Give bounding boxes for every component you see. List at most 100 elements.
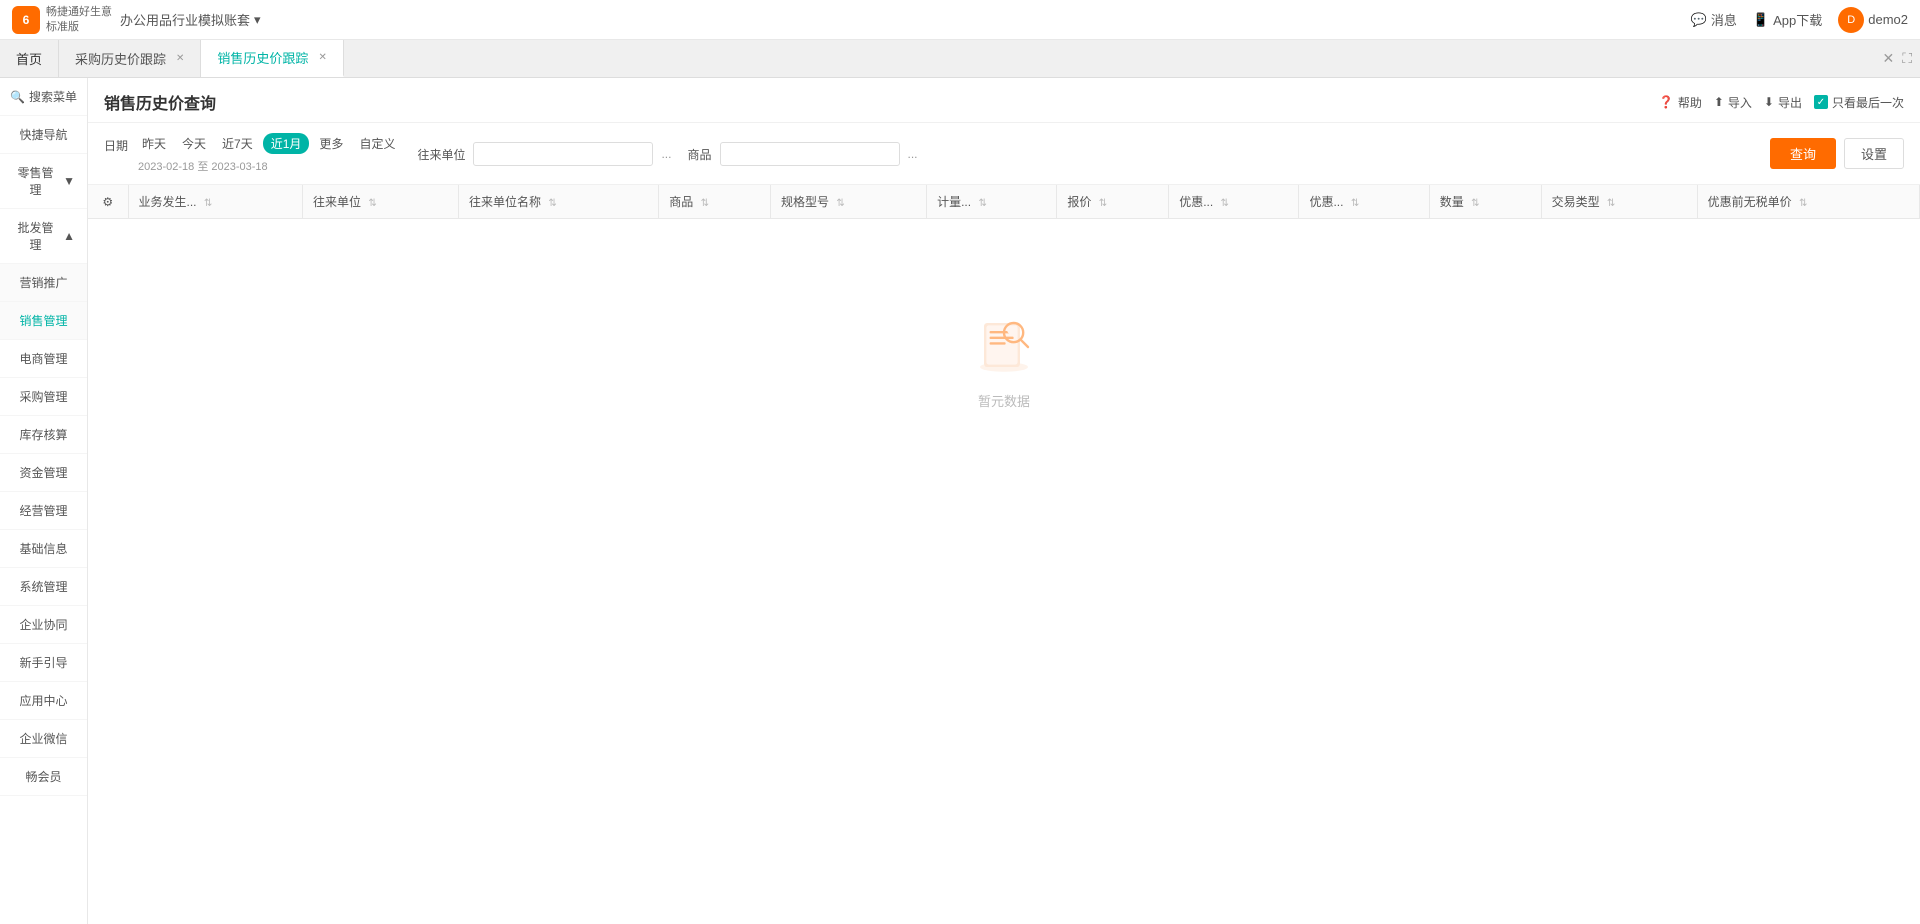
- from-unit-input-group: ...: [473, 142, 671, 166]
- from-unit-filter-group: 往来单位 ...: [417, 142, 671, 166]
- header-left: 6 畅捷通好生意 标准版 办公用品行业模拟账套 ▾: [12, 5, 261, 34]
- sidebar-sub-item-marketing[interactable]: 营销推广: [0, 264, 87, 302]
- import-icon: ⬆: [1714, 95, 1724, 109]
- empty-state: 暂元数据: [88, 219, 1920, 490]
- th-biz-date[interactable]: 业务发生... ⇅: [128, 185, 302, 219]
- th-discount1[interactable]: 优惠... ⇅: [1169, 185, 1299, 219]
- th-settings[interactable]: ⚙: [88, 185, 128, 219]
- tab-bar: 首页 采购历史价跟踪 ✕ 销售历史价跟踪 ✕ ✕ ⛶: [0, 40, 1920, 78]
- date-btn-7days[interactable]: 近7天: [216, 133, 259, 154]
- chevron-down-icon: ▼: [63, 174, 75, 188]
- page-header: 销售历史价查询 ❓ 帮助 ⬆ 导入 ⬇ 导出 ✓ 只看最后一次: [88, 78, 1920, 123]
- dropdown-icon: ▾: [254, 12, 261, 28]
- export-icon: ⬇: [1764, 95, 1774, 109]
- sidebar-item-wholesale[interactable]: 批发管理 ▲: [0, 209, 87, 264]
- sidebar-item-operations[interactable]: 经营管理: [0, 492, 87, 530]
- fullscreen-btn[interactable]: ⛶: [1902, 50, 1912, 67]
- sidebar-item-member[interactable]: 畅会员: [0, 758, 87, 796]
- sidebar-item-finance[interactable]: 资金管理: [0, 454, 87, 492]
- sidebar-sub-item-sales[interactable]: 销售管理: [0, 302, 87, 340]
- message-icon: 💬: [1691, 12, 1707, 28]
- th-discount2[interactable]: 优惠... ⇅: [1299, 185, 1429, 219]
- sidebar-item-wechat[interactable]: 企业微信: [0, 720, 87, 758]
- help-icon: ❓: [1659, 95, 1674, 109]
- goods-input[interactable]: [720, 142, 900, 166]
- data-table: ⚙ 业务发生... ⇅ 往来单位 ⇅ 往来单位名称 ⇅: [88, 185, 1920, 219]
- sort-icon-goods: ⇅: [701, 198, 709, 209]
- help-btn[interactable]: ❓ 帮助: [1659, 94, 1702, 111]
- tab-purchase-history[interactable]: 采购历史价跟踪 ✕: [59, 40, 201, 77]
- sidebar-item-base-info[interactable]: 基础信息: [0, 530, 87, 568]
- table-header-row: ⚙ 业务发生... ⇅ 往来单位 ⇅ 往来单位名称 ⇅: [88, 185, 1920, 219]
- logo-text: 畅捷通好生意 标准版: [46, 5, 112, 34]
- sidebar-item-purchase[interactable]: 采购管理: [0, 378, 87, 416]
- logo-area: 6 畅捷通好生意 标准版: [12, 5, 112, 34]
- only-last-checkbox[interactable]: ✓ 只看最后一次: [1814, 94, 1904, 111]
- sort-icon-unit: ⇅: [978, 198, 986, 209]
- th-qty[interactable]: 数量 ⇅: [1429, 185, 1541, 219]
- sort-icon-pre-tax: ⇅: [1799, 198, 1807, 209]
- from-unit-input[interactable]: [473, 142, 653, 166]
- sidebar-item-app-center[interactable]: 应用中心: [0, 682, 87, 720]
- message-action[interactable]: 💬 消息: [1691, 10, 1737, 29]
- sidebar-item-ecommerce[interactable]: 电商管理: [0, 340, 87, 378]
- th-from-unit[interactable]: 往来单位 ⇅: [302, 185, 458, 219]
- gear-icon: ⚙: [102, 195, 113, 209]
- sidebar-item-search[interactable]: 🔍 搜索菜单: [0, 78, 87, 116]
- th-unit[interactable]: 计量... ⇅: [927, 185, 1057, 219]
- sort-icon-from-unit-name: ⇅: [548, 198, 556, 209]
- export-btn[interactable]: ⬇ 导出: [1764, 94, 1802, 111]
- tab-purchase-history-close[interactable]: ✕: [176, 53, 184, 64]
- date-btn-custom[interactable]: 自定义: [353, 133, 401, 154]
- user-action[interactable]: D demo2: [1838, 7, 1908, 33]
- empty-illustration: [964, 299, 1044, 379]
- app-download-action[interactable]: 📱 App下载: [1753, 10, 1822, 29]
- goods-filter-group: 商品 ...: [687, 142, 917, 166]
- import-btn[interactable]: ⬆ 导入: [1714, 94, 1752, 111]
- search-icon: 🔍: [10, 90, 25, 104]
- close-window-btn[interactable]: ✕: [1882, 50, 1894, 67]
- filter-bar: 日期 昨天 今天 近7天 近1月 更多 自定义 2023-02-18 至 202…: [88, 123, 1920, 185]
- date-options-group: 昨天 今天 近7天 近1月 更多 自定义 2023-02-18 至 2023-0…: [136, 133, 401, 174]
- goods-label: 商品: [687, 142, 711, 163]
- sort-icon-from-unit: ⇅: [368, 198, 376, 209]
- date-btn-today[interactable]: 今天: [176, 133, 212, 154]
- th-trade-type[interactable]: 交易类型 ⇅: [1541, 185, 1697, 219]
- date-range-text: 2023-02-18 至 2023-03-18: [136, 158, 401, 174]
- empty-text: 暂元数据: [978, 391, 1030, 410]
- tab-home[interactable]: 首页: [0, 40, 59, 77]
- tab-sales-history[interactable]: 销售历史价跟踪 ✕: [201, 40, 343, 77]
- from-unit-dots-btn[interactable]: ...: [661, 147, 671, 161]
- th-goods[interactable]: 商品 ⇅: [659, 185, 771, 219]
- th-spec[interactable]: 规格型号 ⇅: [771, 185, 927, 219]
- th-quote[interactable]: 报价 ⇅: [1057, 185, 1169, 219]
- sidebar: 🔍 搜索菜单 快捷导航 零售管理 ▼ 批发管理 ▲ 营销推广 销售管理 电商管理…: [0, 78, 88, 924]
- date-btn-1month[interactable]: 近1月: [263, 133, 310, 154]
- sidebar-item-system[interactable]: 系统管理: [0, 568, 87, 606]
- chevron-up-icon: ▲: [63, 229, 75, 243]
- top-header: 6 畅捷通好生意 标准版 办公用品行业模拟账套 ▾ 💬 消息 📱 App下载 D…: [0, 0, 1920, 40]
- avatar: D: [1838, 7, 1864, 33]
- sort-icon-discount2: ⇅: [1351, 198, 1359, 209]
- tab-sales-history-close[interactable]: ✕: [318, 52, 326, 63]
- date-btn-more[interactable]: 更多: [313, 133, 349, 154]
- query-button[interactable]: 查询: [1770, 138, 1836, 169]
- date-buttons: 昨天 今天 近7天 近1月 更多 自定义: [136, 133, 401, 154]
- th-pre-tax[interactable]: 优惠前无税单价 ⇅: [1697, 185, 1919, 219]
- app-selector[interactable]: 办公用品行业模拟账套 ▾: [120, 10, 261, 29]
- sidebar-item-retail[interactable]: 零售管理 ▼: [0, 154, 87, 209]
- setting-button[interactable]: 设置: [1844, 138, 1904, 169]
- sidebar-item-newbie[interactable]: 新手引导: [0, 644, 87, 682]
- date-filter-group: 日期 昨天 今天 近7天 近1月 更多 自定义 2023-02-18 至 202…: [104, 133, 401, 174]
- sidebar-item-quick-nav[interactable]: 快捷导航: [0, 116, 87, 154]
- filter-actions: 查询 设置: [1770, 138, 1904, 169]
- th-from-unit-name[interactable]: 往来单位名称 ⇅: [458, 185, 658, 219]
- sidebar-item-enterprise[interactable]: 企业协同: [0, 606, 87, 644]
- goods-dots-btn[interactable]: ...: [908, 147, 918, 161]
- main-layout: 🔍 搜索菜单 快捷导航 零售管理 ▼ 批发管理 ▲ 营销推广 销售管理 电商管理…: [0, 78, 1920, 924]
- sidebar-item-inventory[interactable]: 库存核算: [0, 416, 87, 454]
- table-container: ⚙ 业务发生... ⇅ 往来单位 ⇅ 往来单位名称 ⇅: [88, 185, 1920, 924]
- page-actions: ❓ 帮助 ⬆ 导入 ⬇ 导出 ✓ 只看最后一次: [1659, 94, 1904, 111]
- date-btn-yesterday[interactable]: 昨天: [136, 133, 172, 154]
- sort-icon-trade-type: ⇅: [1607, 198, 1615, 209]
